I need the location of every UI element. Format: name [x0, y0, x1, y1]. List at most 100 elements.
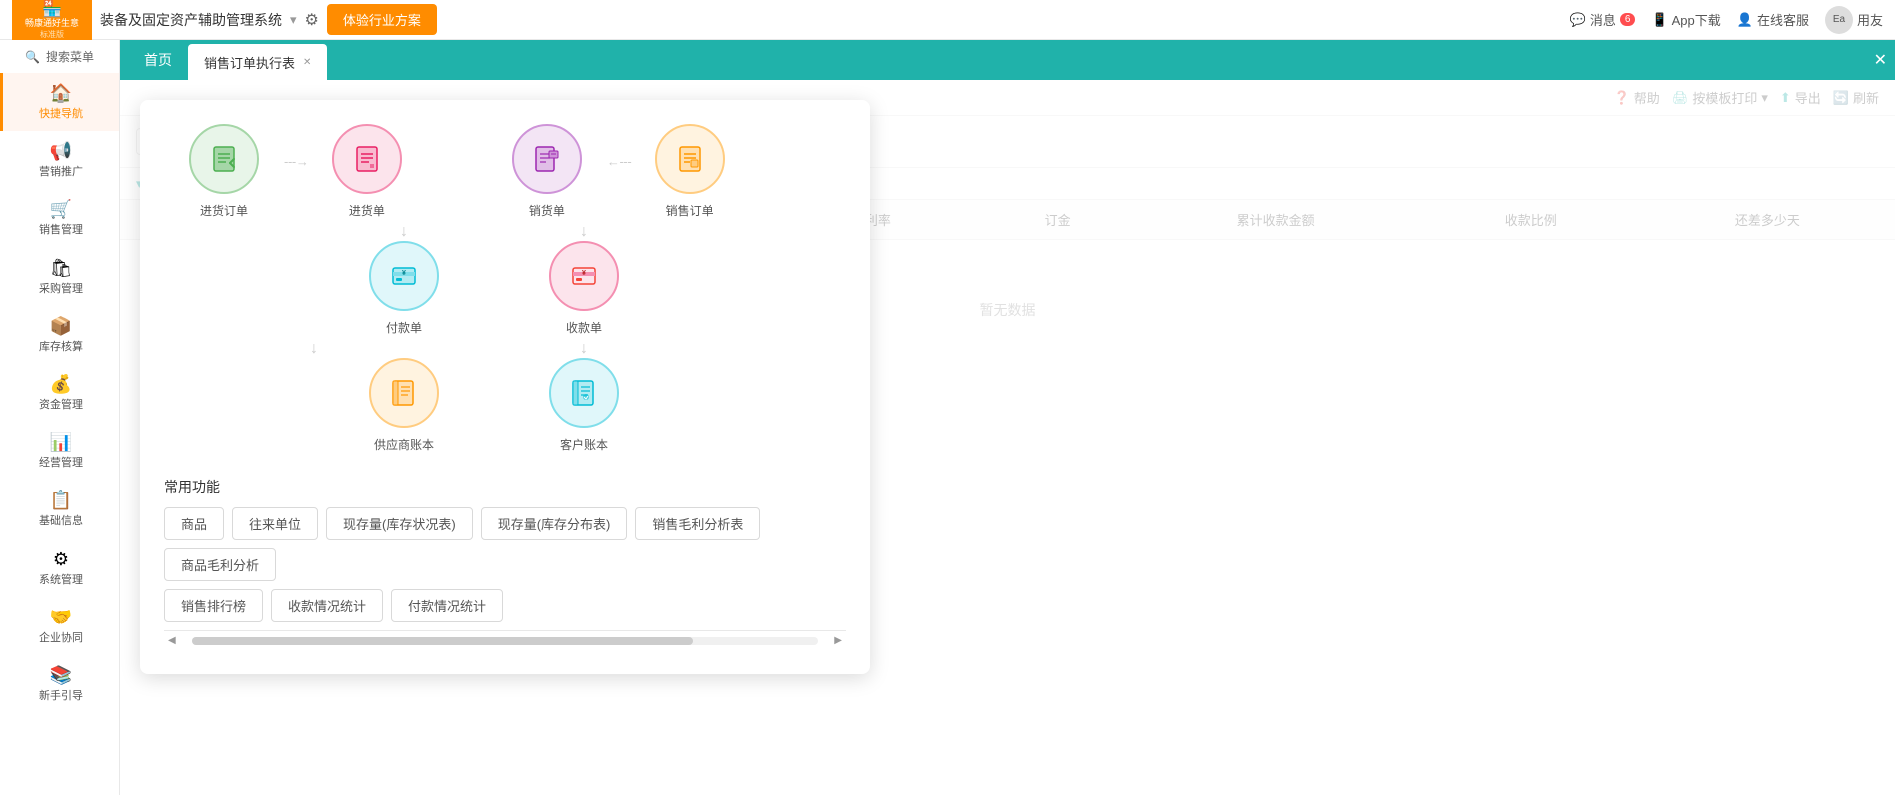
user-label: 用友	[1857, 10, 1883, 29]
function-buttons-row-2: 销售排行榜 收款情况统计 付款情况统计	[164, 589, 846, 622]
avatar-text: Ea	[1833, 14, 1845, 25]
down-arrow-pb: ↓	[344, 223, 464, 241]
logo-sub: 标准版	[40, 29, 64, 40]
marketing-label: 营销推广	[39, 166, 83, 179]
tab-close-all[interactable]: ✕	[1874, 50, 1887, 70]
scroll-left-arrow[interactable]: ◀	[164, 635, 180, 646]
download-icon: 📱	[1651, 12, 1667, 28]
main-content: ❓ 帮助 🖨 按模板打印 ▾ ⬆ 导出	[120, 80, 1895, 795]
message-label: 消息	[1590, 10, 1616, 29]
scroll-track[interactable]	[192, 637, 819, 645]
purchase-label: 采购管理	[39, 283, 83, 296]
logo-text: 畅康通好生意	[25, 19, 79, 29]
sidebar-item-inventory[interactable]: 📦 库存核算	[0, 306, 119, 364]
arrow-2: ← - - -	[607, 154, 630, 189]
func-btn-partner[interactable]: 往来单位	[232, 507, 318, 540]
message-button[interactable]: 💬 消息 6	[1570, 10, 1636, 29]
customer-ledger-circle	[549, 358, 619, 428]
purchase-order-circle	[189, 124, 259, 194]
tab-sales-order[interactable]: 销售订单执行表 ✕	[188, 44, 327, 80]
flow-right: 销货单 ← - - -	[487, 124, 750, 219]
sidebar-item-quick-nav[interactable]: 🏠 快捷导航	[0, 73, 119, 131]
flow-node-purchase-order[interactable]: 进货订单	[164, 124, 284, 219]
app-layout: 🏪 畅康通好生意 标准版 装备及固定资产辅助管理系统 ▾ ⚙ 体验行业方案 💬 …	[0, 0, 1895, 795]
flow-node-payment[interactable]: ¥ 付款单	[344, 241, 464, 336]
message-icon: 💬	[1570, 12, 1586, 28]
func-btn-stock-status[interactable]: 现存量(库存状况表)	[326, 507, 473, 540]
newbie-icon: 📚	[50, 665, 72, 686]
common-functions: 常用功能 商品 往来单位 现存量(库存状况表) 现存量(库存分布表) 销售毛利分…	[164, 477, 846, 622]
app-download-button[interactable]: 📱 App下载	[1651, 10, 1720, 29]
down-arrow-sb: ↓	[524, 223, 644, 241]
func-btn-payment-stat[interactable]: 付款情况统计	[391, 589, 503, 622]
sidebar-item-enterprise[interactable]: 🤝 企业协同	[0, 597, 119, 655]
tab-home[interactable]: 首页	[128, 40, 188, 80]
search-icon: 🔍	[25, 50, 40, 64]
func-btn-goods[interactable]: 商品	[164, 507, 224, 540]
operations-label: 经营管理	[39, 457, 83, 470]
tab-close-icon[interactable]: ✕	[303, 57, 311, 68]
func-btn-stock-dist[interactable]: 现存量(库存分布表)	[481, 507, 628, 540]
quick-nav-label: 快捷导航	[39, 108, 83, 121]
sale-bill-label: 销货单	[529, 202, 565, 219]
function-buttons-row-1: 商品 往来单位 现存量(库存状况表) 现存量(库存分布表) 销售毛利分析表 商品…	[164, 507, 846, 581]
online-service-button[interactable]: 👤 在线客服	[1737, 10, 1809, 29]
func-btn-sale-rank[interactable]: 销售排行榜	[164, 589, 263, 622]
sidebar: 🔍 搜索菜单 🏠 快捷导航 📢 营销推广 🛒 销售管理 🛍	[0, 40, 120, 795]
scroll-bar: ◀ ▶	[164, 630, 846, 650]
dropdown-icon[interactable]: ▾	[290, 12, 297, 28]
receipt-circle: ¥	[549, 241, 619, 311]
flow-row-2: ¥ 付款单	[164, 241, 846, 336]
purchase-icon: 🛍	[50, 258, 73, 279]
func-btn-sale-profit[interactable]: 销售毛利分析表	[635, 507, 760, 540]
sale-order-circle	[655, 124, 725, 194]
flow-node-sale-order[interactable]: 销售订单	[630, 124, 750, 219]
down-arrows-row-2: ↓ ↓	[164, 340, 846, 358]
app-logo: 🏪 畅康通好生意 标准版	[12, 0, 92, 40]
basic-icon: 📋	[50, 490, 72, 511]
flow-node-receipt[interactable]: ¥ 收款单	[524, 241, 644, 336]
flow-node-sale-bill[interactable]: 销货单	[487, 124, 607, 219]
down-arrow-pb-icon: ↓	[400, 223, 408, 241]
func-btn-goods-profit[interactable]: 商品毛利分析	[164, 548, 276, 581]
common-functions-title: 常用功能	[164, 477, 846, 497]
modal-overlay[interactable]: 进货订单 - - - →	[120, 80, 1895, 795]
customer-ledger-label: 客户账本	[560, 436, 608, 453]
sidebar-item-finance[interactable]: 💰 资金管理	[0, 364, 119, 422]
dashed-arrow-1: - - - →	[284, 154, 307, 169]
service-icon: 👤	[1737, 12, 1753, 28]
settings-icon[interactable]: ⚙	[305, 10, 319, 30]
flow-node-supplier-ledger[interactable]: 供应商账本	[344, 358, 464, 453]
sidebar-nav: 🏠 快捷导航 📢 营销推广 🛒 销售管理 🛍 采购管理 📦 库存核	[0, 73, 119, 795]
user-menu[interactable]: Ea 用友	[1825, 6, 1883, 34]
top-bar: 🏪 畅康通好生意 标准版 装备及固定资产辅助管理系统 ▾ ⚙ 体验行业方案 💬 …	[0, 0, 1895, 40]
sidebar-item-system[interactable]: ⚙ 系统管理	[0, 539, 119, 597]
sidebar-item-sales[interactable]: 🛒 销售管理	[0, 189, 119, 247]
enterprise-label: 企业协同	[39, 632, 83, 645]
basic-label: 基础信息	[39, 515, 83, 528]
top-right: 💬 消息 6 📱 App下载 👤 在线客服 Ea 用友	[1570, 6, 1883, 34]
purchase-order-label: 进货订单	[200, 202, 248, 219]
finance-label: 资金管理	[39, 399, 83, 412]
scroll-right-arrow[interactable]: ▶	[830, 635, 846, 646]
purchase-bill-circle	[332, 124, 402, 194]
flow-node-purchase-bill[interactable]: 进货单	[307, 124, 427, 219]
sidebar-item-newbie[interactable]: 📚 新手引导	[0, 655, 119, 713]
sidebar-item-operations[interactable]: 📊 经营管理	[0, 422, 119, 480]
app-download-label: App下载	[1672, 10, 1721, 29]
flow-node-customer-ledger[interactable]: 客户账本	[524, 358, 644, 453]
sidebar-item-marketing[interactable]: 📢 营销推广	[0, 131, 119, 189]
supplier-ledger-label: 供应商账本	[374, 436, 434, 453]
system-icon: ⚙	[53, 549, 69, 570]
tab-label: 销售订单执行表	[204, 53, 295, 72]
sidebar-item-basic[interactable]: 📋 基础信息	[0, 480, 119, 538]
message-badge: 6	[1620, 13, 1636, 26]
search-menu[interactable]: 🔍 搜索菜单	[0, 40, 119, 73]
down-arrow-rec-pos: ↓	[524, 340, 644, 358]
sidebar-item-purchase[interactable]: 🛍 采购管理	[0, 248, 119, 306]
inventory-icon: 📦	[50, 316, 72, 337]
func-btn-receipt-stat[interactable]: 收款情况统计	[271, 589, 383, 622]
try-button[interactable]: 体验行业方案	[327, 4, 437, 35]
search-menu-label: 搜索菜单	[46, 48, 94, 65]
down-arrow-sb-icon: ↓	[580, 223, 588, 241]
